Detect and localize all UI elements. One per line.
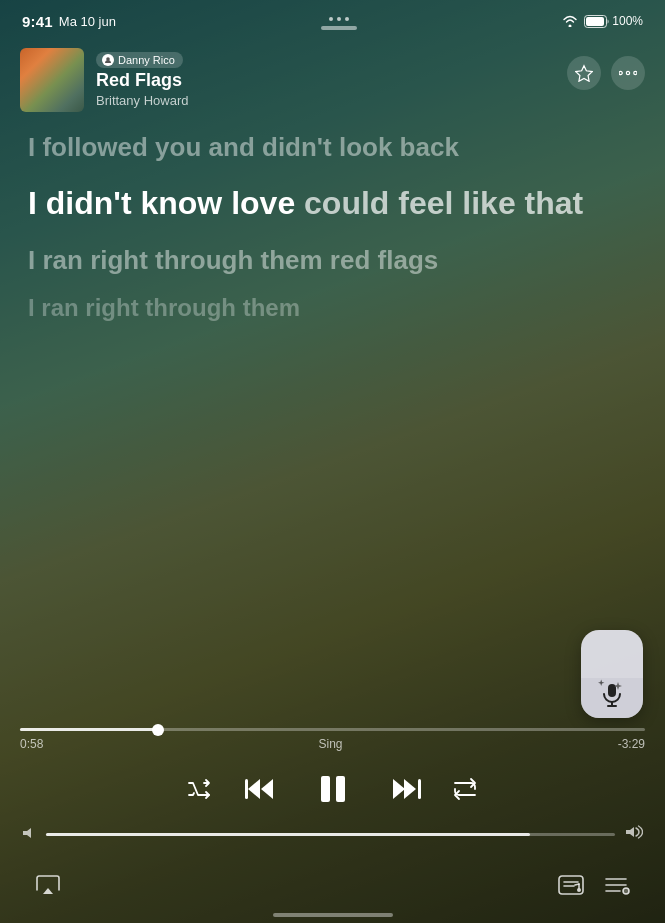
wifi-icon — [562, 15, 578, 27]
svg-rect-17 — [418, 779, 421, 799]
airplay-button[interactable] — [28, 865, 68, 905]
repeat-button[interactable] — [451, 777, 479, 801]
artist-name: Danny Rico — [118, 54, 175, 66]
svg-point-6 — [634, 71, 637, 74]
volume-bar[interactable] — [46, 833, 615, 836]
lyrics-view-button[interactable] — [551, 865, 591, 905]
volume-low-icon — [22, 826, 36, 843]
queue-button[interactable] — [597, 865, 637, 905]
progress-bar[interactable] — [20, 728, 645, 731]
track-album-artist: Brittany Howard — [96, 93, 188, 108]
lyric-active: I didn't know love could feel like that — [28, 183, 637, 225]
progress-remaining: -3:29 — [618, 737, 645, 751]
track-text: Danny Rico Red Flags Brittany Howard — [96, 52, 188, 109]
volume-section[interactable] — [0, 825, 665, 857]
status-bar: 9:41 Ma 10 jun — [0, 0, 665, 36]
svg-rect-13 — [321, 776, 330, 802]
lyric-far: I ran right through them — [28, 292, 637, 324]
now-playing-header: Danny Rico Red Flags Brittany Howard — [0, 40, 665, 120]
more-button[interactable] — [611, 56, 645, 90]
favorite-button[interactable] — [567, 56, 601, 90]
svg-marker-15 — [393, 779, 405, 799]
shuffle-button[interactable] — [187, 778, 215, 800]
mic-icon — [596, 676, 628, 708]
lyric-sung: I didn't know love — [28, 185, 304, 221]
lyrics-area: I followed you and didn't look back I di… — [0, 120, 665, 728]
svg-marker-18 — [23, 828, 31, 838]
svg-rect-1 — [586, 17, 604, 26]
rewind-button[interactable] — [245, 776, 277, 802]
svg-marker-10 — [261, 779, 273, 799]
svg-marker-11 — [248, 779, 260, 799]
svg-marker-3 — [576, 66, 592, 82]
svg-line-26 — [575, 884, 579, 885]
home-indicator — [273, 913, 393, 917]
volume-high-icon — [625, 825, 643, 843]
svg-rect-14 — [336, 776, 345, 802]
battery-percent: 100% — [612, 14, 643, 28]
svg-rect-12 — [245, 779, 248, 799]
status-date: Ma 10 jun — [59, 14, 116, 29]
lyric-past: I followed you and didn't look back — [28, 130, 637, 165]
svg-marker-19 — [626, 827, 634, 837]
track-info: Danny Rico Red Flags Brittany Howard — [20, 48, 188, 112]
svg-point-5 — [626, 71, 629, 74]
progress-fill — [20, 728, 158, 731]
svg-marker-16 — [404, 779, 416, 799]
svg-marker-20 — [43, 888, 53, 894]
lyric-next: I ran right through them red flags — [28, 243, 637, 278]
fast-forward-button[interactable] — [389, 776, 421, 802]
status-time: 9:41 — [22, 13, 53, 30]
progress-elapsed: 0:58 — [20, 737, 43, 751]
battery-icon: 100% — [584, 14, 643, 28]
artist-badge: Danny Rico — [96, 52, 183, 68]
volume-fill — [46, 833, 530, 836]
play-pause-button[interactable] — [307, 763, 359, 815]
drag-handle — [321, 13, 357, 30]
album-art — [20, 48, 84, 112]
svg-point-4 — [619, 71, 622, 74]
sing-mic-widget[interactable] — [581, 630, 643, 718]
track-title: Red Flags — [96, 70, 188, 92]
progress-thumb[interactable] — [152, 724, 164, 736]
progress-labels: 0:58 Sing -3:29 — [20, 737, 645, 751]
lyric-upcoming: could feel like that — [304, 185, 583, 221]
status-icons: 100% — [562, 14, 643, 28]
header-actions — [567, 56, 645, 90]
progress-mode: Sing — [318, 737, 342, 751]
svg-point-30 — [623, 888, 629, 894]
artist-avatar — [102, 54, 114, 66]
progress-section[interactable]: 0:58 Sing -3:29 — [0, 728, 665, 751]
playback-controls — [0, 755, 665, 825]
